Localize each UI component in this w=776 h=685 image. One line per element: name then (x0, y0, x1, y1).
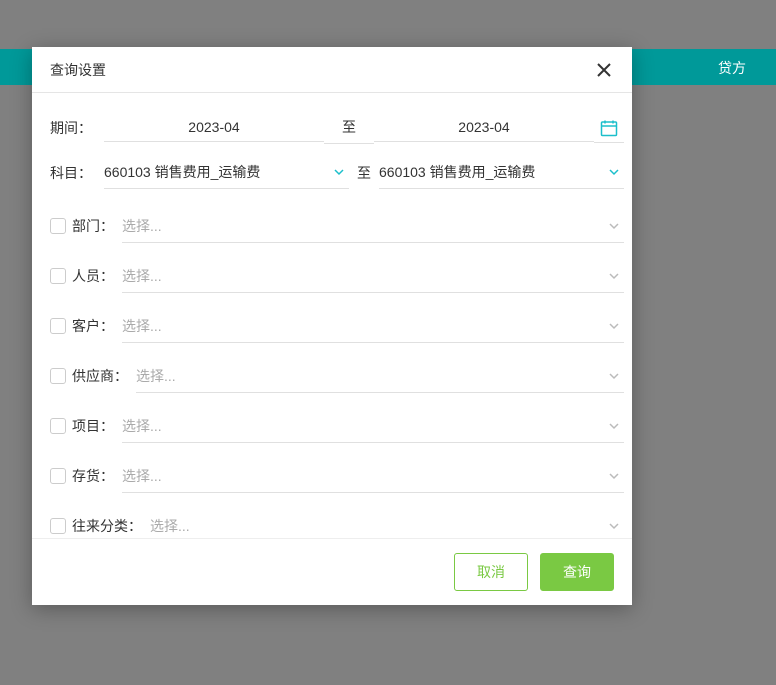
query-button[interactable]: 查询 (540, 553, 614, 591)
modal-footer: 取消 查询 (32, 538, 632, 605)
customer-label: 客户： (72, 316, 114, 336)
inventory-label: 存货： (72, 466, 114, 486)
department-label: 部门： (72, 216, 114, 236)
close-icon (597, 63, 611, 77)
modal-body: 期间： 2023-04 至 2023-04 科目： 660103 销售费用_运输… (32, 93, 632, 538)
period-row: 期间： 2023-04 至 2023-04 (50, 111, 632, 156)
period-from-input[interactable]: 2023-04 (104, 113, 324, 142)
close-button[interactable] (594, 60, 614, 80)
chevron-down-icon (604, 420, 624, 432)
department-checkbox[interactable] (50, 218, 66, 234)
filter-row-department: 部门： 选择... (50, 201, 632, 251)
cancel-button[interactable]: 取消 (454, 553, 528, 591)
filter-row-supplier: 供应商： 选择... (50, 351, 632, 401)
project-checkbox[interactable] (50, 418, 66, 434)
chevron-down-icon (604, 270, 624, 282)
chevron-down-icon (604, 220, 624, 232)
person-checkbox[interactable] (50, 268, 66, 284)
chevron-down-icon (604, 320, 624, 332)
chevron-down-icon (604, 470, 624, 482)
modal-title: 查询设置 (50, 60, 106, 80)
period-label: 期间： (50, 118, 104, 138)
modal-header: 查询设置 (32, 47, 632, 93)
calendar-button[interactable] (594, 113, 624, 143)
subject-label: 科目： (50, 163, 104, 183)
department-select[interactable]: 选择... (122, 210, 624, 243)
select-placeholder: 选择... (136, 366, 604, 386)
select-placeholder: 选择... (150, 516, 604, 536)
filter-row-category: 往来分类： 选择... (50, 501, 632, 538)
select-placeholder: 选择... (122, 416, 604, 436)
inventory-checkbox[interactable] (50, 468, 66, 484)
subject-separator: 至 (349, 163, 379, 183)
select-placeholder: 选择... (122, 316, 604, 336)
category-select[interactable]: 选择... (150, 510, 624, 539)
project-select[interactable]: 选择... (122, 410, 624, 443)
select-placeholder: 选择... (122, 216, 604, 236)
bg-header-label: 贷方 (718, 58, 746, 78)
query-settings-modal: 查询设置 期间： 2023-04 至 2023-04 科目： 660103 销售… (32, 47, 632, 605)
filter-row-person: 人员： 选择... (50, 251, 632, 301)
category-checkbox[interactable] (50, 518, 66, 534)
inventory-select[interactable]: 选择... (122, 460, 624, 493)
supplier-checkbox[interactable] (50, 368, 66, 384)
filter-row-inventory: 存货： 选择... (50, 451, 632, 501)
subject-to-value: 660103 销售费用_运输费 (379, 162, 604, 182)
customer-checkbox[interactable] (50, 318, 66, 334)
period-separator: 至 (324, 111, 374, 144)
filter-row-customer: 客户： 选择... (50, 301, 632, 351)
select-placeholder: 选择... (122, 266, 604, 286)
customer-select[interactable]: 选择... (122, 310, 624, 343)
period-to-input[interactable]: 2023-04 (374, 113, 594, 142)
chevron-down-icon (329, 166, 349, 178)
chevron-down-icon (604, 166, 624, 178)
category-label: 往来分类： (72, 516, 142, 536)
person-label: 人员： (72, 266, 114, 286)
select-placeholder: 选择... (122, 466, 604, 486)
calendar-icon (600, 119, 618, 137)
project-label: 项目： (72, 416, 114, 436)
chevron-down-icon (604, 370, 624, 382)
subject-row: 科目： 660103 销售费用_运输费 至 660103 销售费用_运输费 (50, 156, 632, 201)
supplier-label: 供应商： (72, 366, 128, 386)
subject-from-select[interactable]: 660103 销售费用_运输费 (104, 156, 349, 189)
filter-row-project: 项目： 选择... (50, 401, 632, 451)
subject-to-select[interactable]: 660103 销售费用_运输费 (379, 156, 624, 189)
person-select[interactable]: 选择... (122, 260, 624, 293)
supplier-select[interactable]: 选择... (136, 360, 624, 393)
chevron-down-icon (604, 520, 624, 532)
subject-from-value: 660103 销售费用_运输费 (104, 162, 329, 182)
